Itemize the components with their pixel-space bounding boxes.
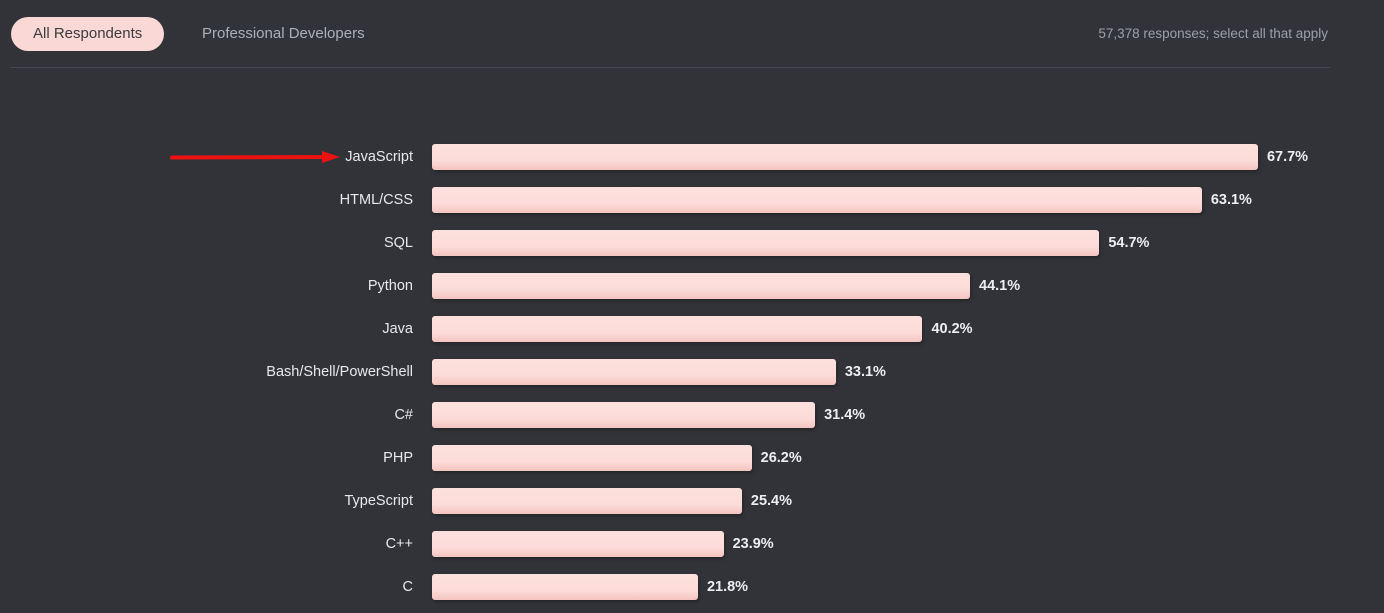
bar[interactable] bbox=[432, 230, 1100, 256]
bar-value-label: 25.4% bbox=[750, 493, 792, 509]
bar-category-label: TypeScript bbox=[344, 493, 414, 509]
bar[interactable] bbox=[432, 187, 1202, 213]
bar-category-label: C++ bbox=[385, 536, 413, 552]
bar-row: Bash/Shell/PowerShell 33.1% bbox=[0, 359, 1384, 385]
bar-category-label: HTML/CSS bbox=[339, 192, 413, 208]
bar-value-label: 26.2% bbox=[760, 450, 802, 466]
bar-value-label: 44.1% bbox=[979, 278, 1021, 294]
bar[interactable] bbox=[432, 488, 742, 514]
tab-professional-developers[interactable]: Professional Developers bbox=[202, 17, 365, 51]
bar-value-label: 63.1% bbox=[1210, 192, 1252, 208]
bar-value-label: 23.9% bbox=[732, 536, 774, 552]
bar-category-label: SQL bbox=[383, 235, 413, 251]
bar-row: Java 40.2% bbox=[0, 316, 1384, 342]
bar-row: JavaScript 67.7% bbox=[0, 144, 1384, 170]
bar-row: SQL 54.7% bbox=[0, 230, 1384, 256]
bar-category-label: Java bbox=[382, 321, 413, 337]
bar[interactable] bbox=[432, 531, 724, 557]
bar-row: C++ 23.9% bbox=[0, 531, 1384, 557]
bar-row: C# 31.4% bbox=[0, 402, 1384, 428]
bar-value-label: 21.8% bbox=[706, 579, 749, 595]
bar-category-label: Bash/Shell/PowerShell bbox=[266, 364, 413, 380]
bar[interactable] bbox=[432, 273, 971, 299]
bar[interactable] bbox=[432, 402, 816, 428]
bar[interactable] bbox=[432, 445, 752, 471]
bar-category-label: Python bbox=[367, 278, 413, 294]
bar-row: Python 44.1% bbox=[0, 273, 1384, 299]
bar-row: TypeScript 25.4% bbox=[0, 488, 1384, 514]
bar-value-label: 54.7% bbox=[1108, 235, 1150, 251]
bar-row: C 21.8% bbox=[0, 574, 1384, 600]
tab-all-respondents[interactable]: All Respondents bbox=[11, 17, 165, 51]
bar-value-label: 40.2% bbox=[931, 321, 973, 337]
bar-category-label: C# bbox=[394, 407, 413, 423]
bar-category-label: C bbox=[402, 579, 413, 595]
bar[interactable] bbox=[432, 316, 923, 342]
bar[interactable] bbox=[432, 574, 698, 600]
bar-category-label: PHP bbox=[383, 450, 413, 466]
bar-category-label: JavaScript bbox=[345, 149, 413, 165]
bar-value-label: 33.1% bbox=[844, 364, 886, 380]
bar-row: HTML/CSS 63.1% bbox=[0, 187, 1384, 213]
bar-value-label: 31.4% bbox=[824, 407, 866, 423]
bar-row: PHP 26.2% bbox=[0, 445, 1384, 471]
bar[interactable] bbox=[432, 359, 836, 385]
bar-value-label: 67.7% bbox=[1266, 149, 1309, 165]
bar[interactable] bbox=[432, 144, 1258, 170]
bar-chart: JavaScript 67.7% HTML/CSS 63.1% SQL 54.7% Pyth… bbox=[0, 68, 1384, 613]
tab-bar: All Respondents Professional Developers … bbox=[0, 0, 1384, 68]
responses-note: 57,378 responses; select all that apply bbox=[1098, 26, 1328, 41]
